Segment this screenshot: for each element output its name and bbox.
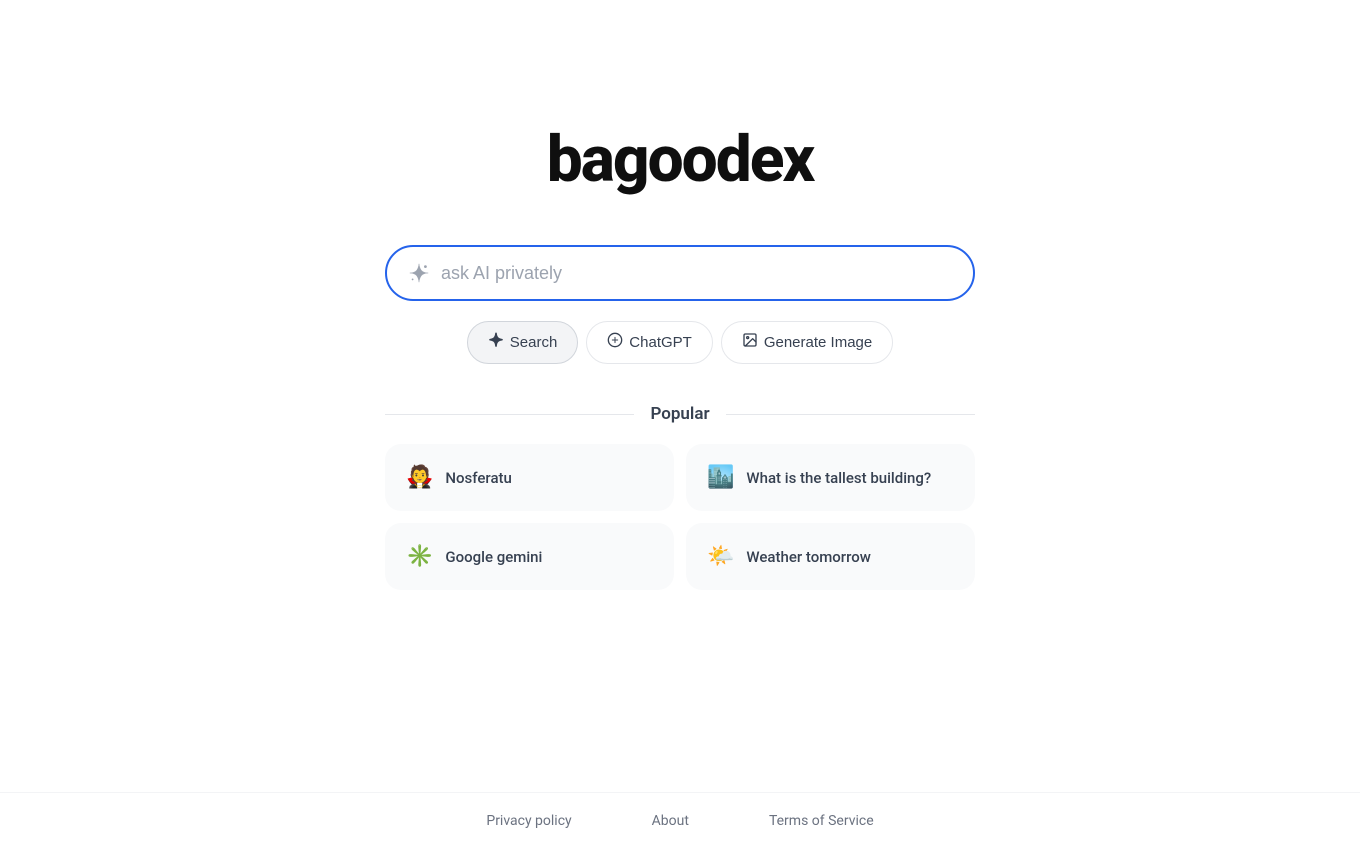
popular-grid: 🧛 Nosferatu 🏙️ What is the tallest build… xyxy=(385,444,975,590)
popular-card-nosferatu[interactable]: 🧛 Nosferatu xyxy=(385,444,674,511)
tallest-building-emoji: 🏙️ xyxy=(707,465,734,490)
weather-tomorrow-emoji: 🌤️ xyxy=(707,544,734,569)
google-gemini-emoji: ✳️ xyxy=(406,544,433,569)
ai-search-icon xyxy=(407,261,431,285)
terms-link[interactable]: Terms of Service xyxy=(769,813,874,829)
search-button[interactable]: Search xyxy=(467,321,579,364)
popular-title: Popular xyxy=(650,404,709,424)
search-input[interactable] xyxy=(441,263,953,284)
divider-left xyxy=(385,414,634,415)
weather-tomorrow-text: Weather tomorrow xyxy=(746,548,870,566)
page-wrapper: bagoodex xyxy=(0,0,1360,859)
logo: bagoodex xyxy=(547,122,813,197)
generate-image-label: Generate Image xyxy=(764,334,872,351)
logo-container: bagoodex xyxy=(547,122,813,197)
about-link[interactable]: About xyxy=(652,813,689,829)
search-label: Search xyxy=(510,334,558,351)
divider-right xyxy=(726,414,975,415)
google-gemini-text: Google gemini xyxy=(445,548,542,566)
generate-image-button[interactable]: Generate Image xyxy=(721,321,893,364)
popular-divider: Popular xyxy=(385,404,975,424)
nosferatu-text: Nosferatu xyxy=(445,469,512,487)
chatgpt-button[interactable]: ChatGPT xyxy=(586,321,713,364)
chatgpt-icon xyxy=(607,332,623,353)
footer: Privacy policy About Terms of Service xyxy=(0,792,1360,859)
popular-section: Popular 🧛 Nosferatu 🏙️ What is the talle… xyxy=(385,404,975,590)
main-content: bagoodex xyxy=(0,0,1360,792)
search-box[interactable] xyxy=(385,245,975,301)
tallest-building-text: What is the tallest building? xyxy=(746,469,931,487)
privacy-policy-link[interactable]: Privacy policy xyxy=(486,813,571,829)
nosferatu-emoji: 🧛 xyxy=(406,465,433,490)
chatgpt-label: ChatGPT xyxy=(629,334,692,351)
generate-image-icon xyxy=(742,332,758,353)
search-container xyxy=(385,245,975,301)
search-icon xyxy=(488,332,504,353)
action-buttons: Search ChatGPT xyxy=(467,321,893,364)
popular-card-weather-tomorrow[interactable]: 🌤️ Weather tomorrow xyxy=(686,523,975,590)
popular-card-google-gemini[interactable]: ✳️ Google gemini xyxy=(385,523,674,590)
popular-card-tallest-building[interactable]: 🏙️ What is the tallest building? xyxy=(686,444,975,511)
